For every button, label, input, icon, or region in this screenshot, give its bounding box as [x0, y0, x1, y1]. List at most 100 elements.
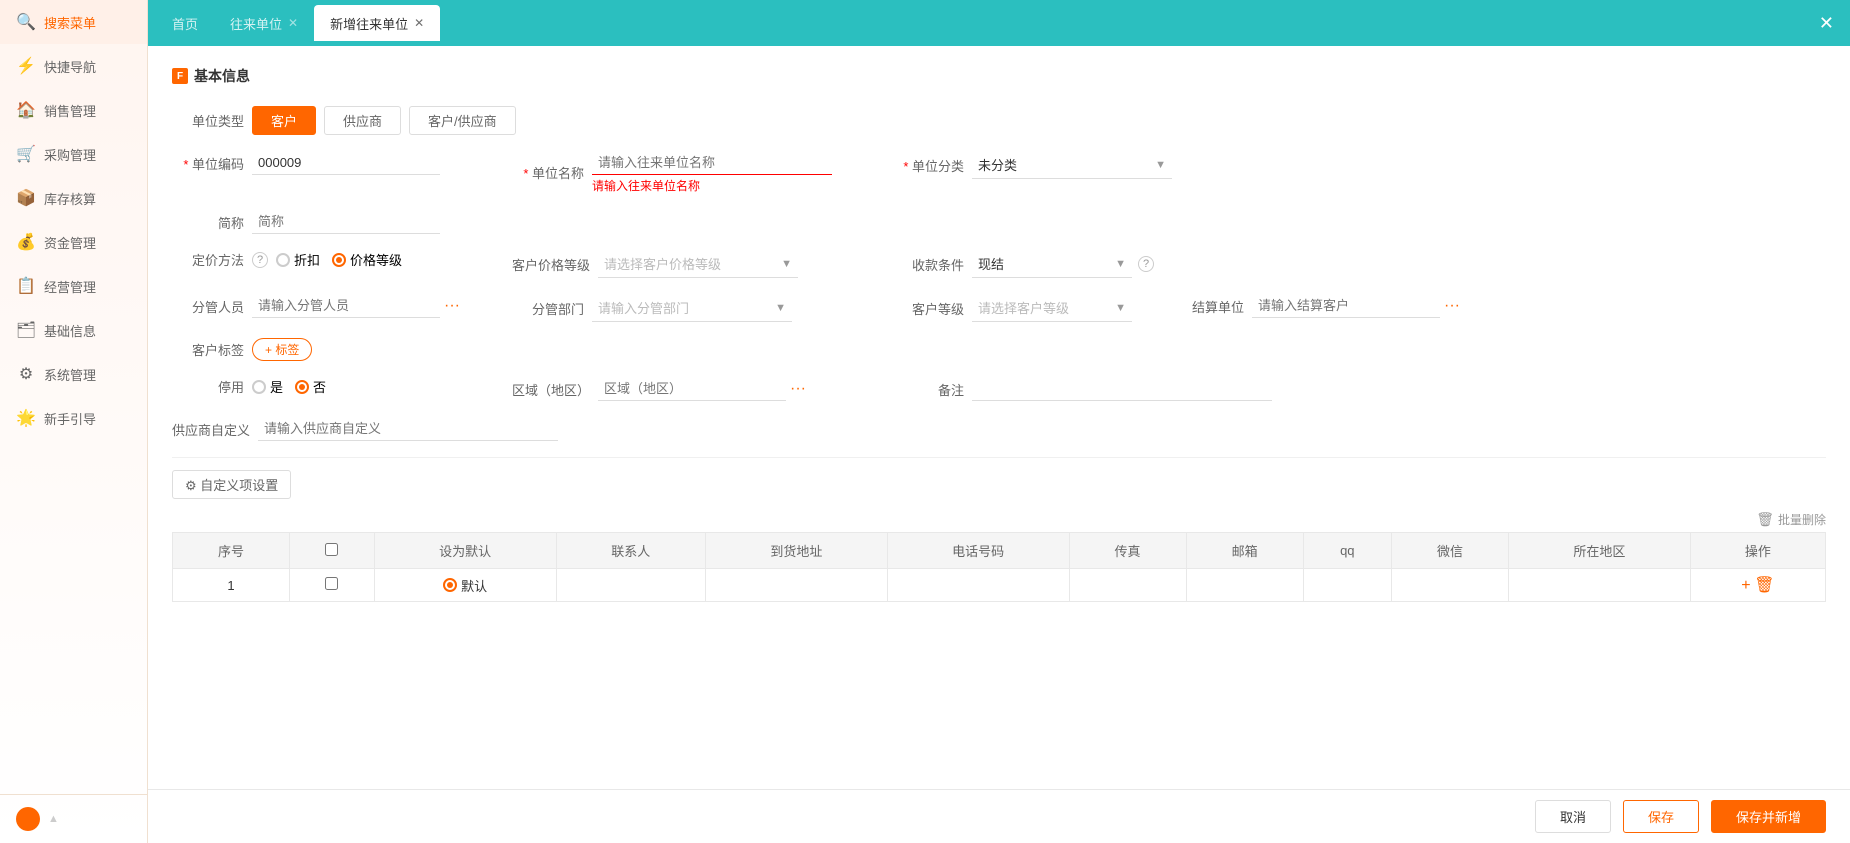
sidebar-item-label: 基础信息: [44, 321, 96, 340]
unit-name-label: 单位名称: [512, 163, 592, 182]
manager-group: 分管人员 ···: [172, 294, 512, 318]
payment-terms-help-icon[interactable]: ?: [1138, 256, 1154, 272]
supplier-custom-label: 供应商自定义: [172, 420, 258, 439]
unit-code-input[interactable]: [252, 151, 440, 175]
sidebar-item-label: 新手引导: [44, 409, 96, 428]
row-add-button[interactable]: +: [1741, 577, 1750, 595]
tab-new-partner[interactable]: 新增往来单位 ✕: [314, 5, 440, 41]
form-content: F 基本信息 单位类型 客户 供应商 客户/供应商 单位编码 单位名称: [148, 46, 1850, 789]
payment-terms-arrow: ▼: [1115, 258, 1126, 270]
tab-partners-close[interactable]: ✕: [288, 17, 298, 29]
payment-terms-group: 收款条件 现结 ▼ ?: [892, 250, 1826, 278]
disabled-radio-group: 是 否: [252, 377, 326, 396]
short-name-row: 简称: [172, 210, 1826, 234]
payment-terms-value: 现结: [978, 254, 1004, 273]
divider: [172, 457, 1826, 458]
unit-code-row: 单位编码 单位名称 请输入往来单位名称 单位分类 未分类 ▼: [172, 151, 1826, 194]
sidebar-item-label: 经营管理: [44, 277, 96, 296]
disabled-no-radio[interactable]: 否: [295, 377, 326, 396]
pricing-level-radio[interactable]: 价格等级: [332, 250, 402, 269]
sidebar-item-system[interactable]: ⚙ 系统管理: [0, 352, 147, 396]
unit-name-error: 请输入往来单位名称: [592, 177, 832, 194]
customer-level-label: 客户等级: [892, 299, 972, 318]
settlement-unit-input[interactable]: [1252, 294, 1440, 318]
remarks-input[interactable]: [972, 377, 1272, 401]
sidebar-item-newbie[interactable]: 🌟 新手引导: [0, 396, 147, 440]
col-contact: 联系人: [556, 533, 705, 569]
tab-home-label: 首页: [172, 14, 198, 33]
manager-more-button[interactable]: ···: [440, 297, 464, 315]
add-tag-button[interactable]: + 标签: [252, 338, 312, 361]
sales-icon: 🏠: [16, 100, 36, 120]
custom-settings-button[interactable]: ⚙ 自定义项设置: [172, 470, 291, 499]
customer-level-select[interactable]: 请选择客户等级 ▼: [972, 294, 1132, 322]
payment-terms-select[interactable]: 现结 ▼: [972, 250, 1132, 278]
unit-code-label: 单位编码: [172, 154, 252, 173]
row-phone: [887, 569, 1069, 602]
section-title: 基本信息: [194, 66, 250, 86]
disabled-yes-circle: [252, 380, 266, 394]
unit-type-supplier-button[interactable]: 供应商: [324, 106, 401, 135]
tab-home[interactable]: 首页: [156, 5, 214, 41]
row-checkbox[interactable]: [325, 577, 338, 590]
settlement-unit-more-button[interactable]: ···: [1440, 297, 1464, 315]
tab-new-partner-close[interactable]: ✕: [414, 17, 424, 29]
unit-type-both-button[interactable]: 客户/供应商: [409, 106, 516, 135]
batch-delete-area: 🗑 批量删除: [172, 511, 1826, 528]
supplier-custom-input[interactable]: [258, 417, 558, 441]
short-name-label: 简称: [172, 213, 252, 232]
department-placeholder: 请输入分管部门: [598, 298, 689, 317]
manager-input[interactable]: [252, 294, 440, 318]
row-contact: [556, 569, 705, 602]
newbie-icon: 🌟: [16, 408, 36, 428]
row-fax: [1069, 569, 1186, 602]
unit-type-customer-button[interactable]: 客户: [252, 106, 316, 135]
short-name-input[interactable]: [252, 210, 440, 234]
unit-category-arrow: ▼: [1155, 159, 1166, 171]
sidebar-item-inventory[interactable]: 📦 库存核算: [0, 176, 147, 220]
quicknav-icon: ⚡: [16, 56, 36, 76]
col-phone: 电话号码: [887, 533, 1069, 569]
sidebar-item-search[interactable]: 🔍 搜索菜单: [0, 0, 147, 44]
pricing-discount-label: 折扣: [294, 250, 320, 269]
sidebar-item-label: 快捷导航: [44, 57, 96, 76]
tab-partners[interactable]: 往来单位 ✕: [214, 5, 314, 41]
sidebar-item-quicknav[interactable]: ⚡ 快捷导航: [0, 44, 147, 88]
row-default-radio[interactable]: 默认: [443, 576, 487, 595]
select-all-checkbox[interactable]: [325, 543, 338, 556]
system-icon: ⚙: [16, 364, 36, 384]
customer-price-level-select[interactable]: 请选择客户价格等级 ▼: [598, 250, 798, 278]
sidebar-item-label: 销售管理: [44, 101, 96, 120]
customer-price-level-arrow: ▼: [781, 258, 792, 270]
pricing-help-icon[interactable]: ?: [252, 252, 268, 268]
sidebar: 🔍 搜索菜单 ⚡ 快捷导航 🏠 销售管理 🛒 采购管理 📦 库存核算 💰 资金管…: [0, 0, 148, 843]
cancel-button[interactable]: 取消: [1535, 800, 1611, 833]
close-all-tabs-button[interactable]: ✕: [1811, 9, 1842, 38]
save-button[interactable]: 保存: [1623, 800, 1699, 833]
save-and-new-button[interactable]: 保存并新增: [1711, 800, 1826, 833]
sidebar-item-finance[interactable]: 💰 资金管理: [0, 220, 147, 264]
settlement-unit-group: 结算单位 ···: [1172, 294, 1826, 318]
disabled-yes-radio[interactable]: 是: [252, 377, 283, 396]
region-input[interactable]: [598, 377, 786, 401]
col-check: [290, 533, 375, 569]
unit-name-input[interactable]: [592, 151, 832, 175]
row-delete-button[interactable]: 🗑: [1754, 575, 1774, 595]
pricing-level-circle: [332, 253, 346, 267]
pricing-discount-radio[interactable]: 折扣: [276, 250, 320, 269]
sidebar-item-purchase[interactable]: 🛒 采购管理: [0, 132, 147, 176]
department-arrow: ▼: [775, 302, 786, 314]
row-address: [705, 569, 887, 602]
batch-delete-label[interactable]: 批量删除: [1778, 511, 1826, 528]
sidebar-item-sales[interactable]: 🏠 销售管理: [0, 88, 147, 132]
sidebar-item-basic[interactable]: 🗂 基础信息: [0, 308, 147, 352]
tab-new-partner-label: 新增往来单位: [330, 14, 408, 33]
sidebar-item-operations[interactable]: 📋 经营管理: [0, 264, 147, 308]
region-more-button[interactable]: ···: [786, 380, 810, 398]
customer-tag-row: 客户标签 + 标签: [172, 338, 1826, 361]
department-select[interactable]: 请输入分管部门 ▼: [592, 294, 792, 322]
customer-level-placeholder: 请选择客户等级: [978, 298, 1069, 317]
row-no: 1: [173, 569, 290, 602]
pricing-method-radio-group: 折扣 价格等级: [276, 250, 402, 269]
unit-category-select[interactable]: 未分类 ▼: [972, 151, 1172, 179]
